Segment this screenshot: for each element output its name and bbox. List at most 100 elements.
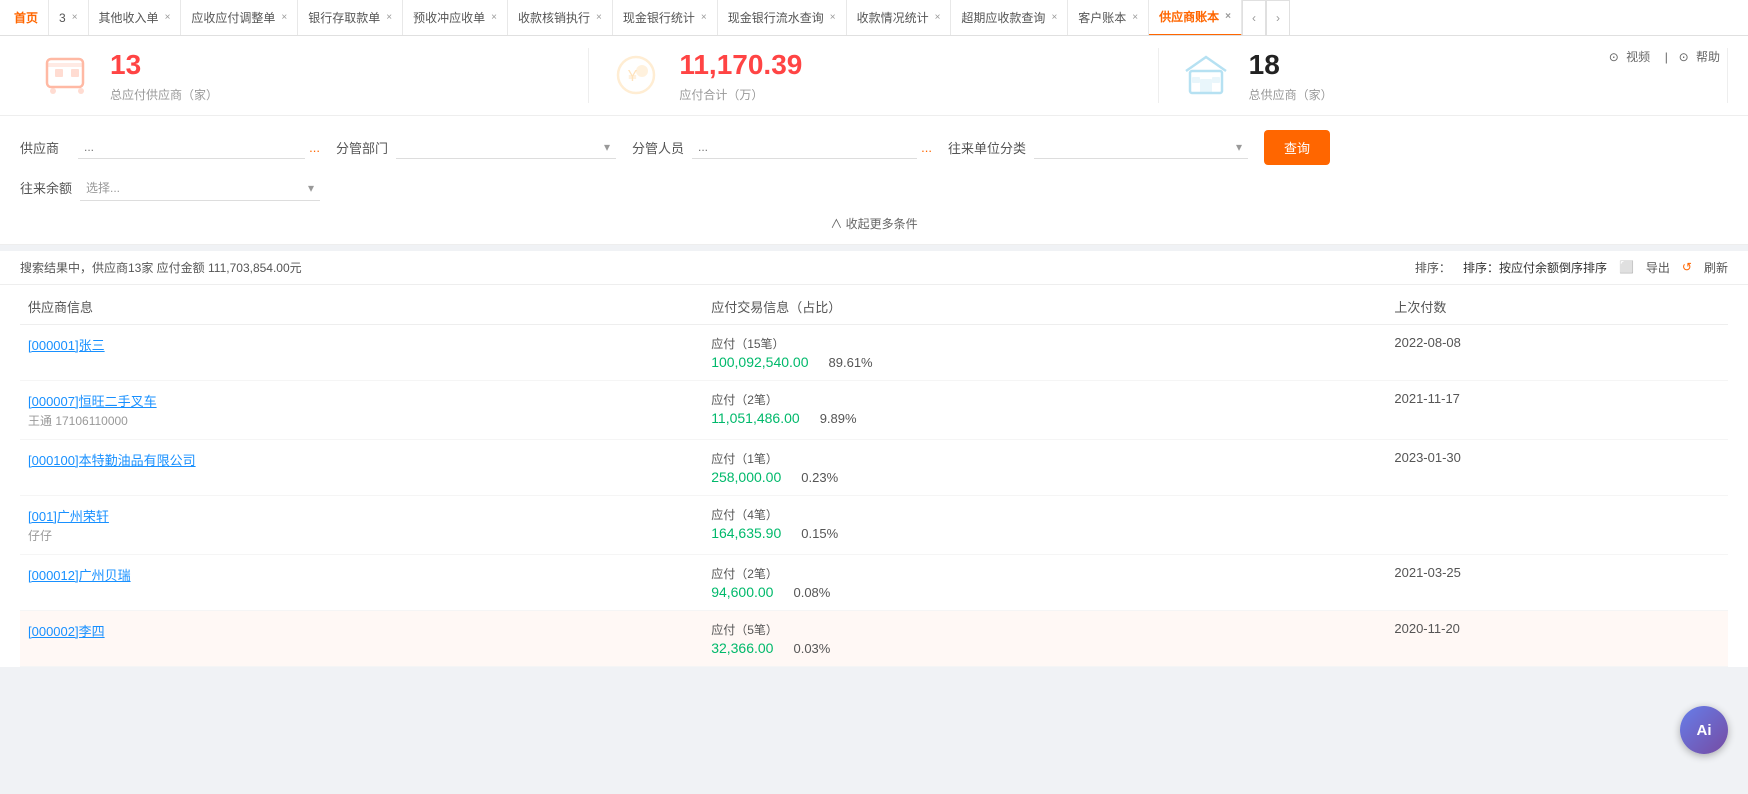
close-tab-adjust[interactable]: ×	[281, 12, 287, 23]
close-tab-other-income[interactable]: ×	[165, 12, 171, 23]
transaction-info-cell: 应付（2笔）11,051,486.009.89%	[703, 380, 1386, 439]
supplier-link[interactable]: [000100]本特勤油品有限公司	[28, 453, 196, 468]
payable-suppliers-label: 总应付供应商（家）	[110, 86, 218, 103]
filter-category: 往来单位分类	[948, 135, 1248, 159]
tab-cash-stat-label: 现金银行统计	[623, 9, 695, 26]
balance-filter-label: 往来余额	[20, 178, 72, 197]
total-suppliers-num: 18	[1249, 48, 1333, 82]
sort-link[interactable]: 排序：按应付余额倒序排序	[1463, 259, 1607, 276]
nav-tab-receipt-stat[interactable]: 收款情况统计 ×	[847, 0, 952, 36]
nav-tab-customer-ledger[interactable]: 客户账本 ×	[1068, 0, 1149, 36]
last-pay-date: 2023-01-30	[1394, 450, 1461, 465]
last-pay-cell	[1386, 495, 1728, 554]
close-tab-receipt-stat[interactable]: ×	[935, 12, 941, 23]
payable-suppliers-num: 13	[110, 48, 218, 82]
supplier-ellipsis[interactable]: ...	[309, 140, 320, 155]
tx-percent: 89.61%	[829, 355, 873, 370]
payable-amount-label: 应付合计（万）	[679, 86, 802, 103]
store-icon	[1179, 48, 1233, 102]
table-row: [000002]李四应付（5笔）32,366.000.03%2020-11-20	[20, 610, 1728, 666]
close-tab-cash-flow[interactable]: ×	[830, 12, 836, 23]
balance-select[interactable]: 选择...	[80, 175, 320, 201]
tx-amount[interactable]: 32,366.00	[711, 640, 773, 656]
close-tab-overdue[interactable]: ×	[1051, 12, 1057, 23]
close-tab-bank[interactable]: ×	[386, 12, 392, 23]
ai-badge[interactable]: Ai	[1680, 706, 1728, 754]
summary-info-suppliers: 13 总应付供应商（家）	[110, 48, 218, 103]
tx-amount[interactable]: 258,000.00	[711, 469, 781, 485]
nav-tab-overdue[interactable]: 超期应收款查询 ×	[951, 0, 1068, 36]
tab-bank-label: 银行存取款单	[308, 9, 380, 26]
payable-amount-num: 11,170.39	[679, 48, 802, 82]
last-pay-cell: 2021-03-25	[1386, 554, 1728, 610]
nav-tab-adjust[interactable]: 应收应付调整单 ×	[181, 0, 298, 36]
nav-tab-prepay[interactable]: 预收冲应收单 ×	[403, 0, 508, 36]
supplier-link[interactable]: [000007]恒旺二手叉车	[28, 394, 157, 409]
close-tab-cash-stat[interactable]: ×	[701, 12, 707, 23]
supplier-sub-info: 王通 17106110000	[28, 412, 695, 429]
close-tab-prepay[interactable]: ×	[491, 12, 497, 23]
nav-tab-home[interactable]: 首页	[4, 0, 49, 36]
last-pay-date: 2021-03-25	[1394, 565, 1461, 580]
supplier-sub-info: 仔仔	[28, 527, 695, 544]
close-tab-customer-ledger[interactable]: ×	[1132, 12, 1138, 23]
result-actions: 排序： 排序：按应付余额倒序排序 ⬜ 导出 ↺ 刷新	[1415, 259, 1728, 276]
transaction-info-cell: 应付（4笔）164,635.900.15%	[703, 495, 1386, 554]
summary-card-payable-amount: ¥ 11,170.39 应付合计（万）	[589, 48, 1158, 103]
last-pay-cell: 2022-08-08	[1386, 324, 1728, 380]
nav-tab-other-income[interactable]: 其他收入单 ×	[89, 0, 182, 36]
category-filter-label: 往来单位分类	[948, 138, 1026, 157]
supplier-input[interactable]	[78, 136, 305, 159]
nav-tab-collection[interactable]: 收款核销执行 ×	[508, 0, 613, 36]
filter-area: 供应商 ... 分管部门 分管人员 ... 往来单位分类 查询	[0, 116, 1748, 245]
table-row: [000007]恒旺二手叉车王通 17106110000 应付（2笔）11,051…	[20, 380, 1728, 439]
video-link[interactable]: ⊙ 视频	[1609, 50, 1658, 64]
supplier-link[interactable]: [000012]广州贝瑞	[28, 568, 131, 583]
filter-person: 分管人员 ...	[632, 136, 932, 159]
supplier-link[interactable]: [001]广州荣轩	[28, 509, 109, 524]
query-button[interactable]: 查询	[1264, 130, 1330, 165]
person-filter-label: 分管人员	[632, 138, 684, 157]
tab-receipt-stat-label: 收款情况统计	[857, 9, 929, 26]
collapse-button[interactable]: ∧ 收起更多条件	[20, 211, 1728, 236]
nav-prev-arrow[interactable]: ‹	[1242, 0, 1266, 36]
supplier-info-cell: [000001]张三	[20, 324, 703, 380]
category-select[interactable]	[1034, 135, 1248, 159]
nav-tab-bank[interactable]: 银行存取款单 ×	[298, 0, 403, 36]
tab-other-income-label: 其他收入单	[99, 9, 159, 26]
refresh-button[interactable]: 刷新	[1704, 259, 1728, 276]
close-tab-supplier-ledger[interactable]: ×	[1225, 11, 1231, 22]
dept-chevron-icon	[600, 139, 610, 154]
supplier-link[interactable]: [000002]李四	[28, 624, 105, 639]
tx-amount[interactable]: 100,092,540.00	[711, 354, 808, 370]
filter-row-1: 供应商 ... 分管部门 分管人员 ... 往来单位分类 查询	[20, 130, 1728, 165]
nav-tab-supplier-ledger[interactable]: 供应商账本 ×	[1149, 0, 1242, 36]
balance-chevron-icon	[304, 180, 314, 195]
tx-amount[interactable]: 164,635.90	[711, 525, 781, 541]
export-button[interactable]: 导出	[1646, 259, 1670, 276]
tx-amount[interactable]: 94,600.00	[711, 584, 773, 600]
dept-select[interactable]	[396, 135, 616, 159]
table-row: [000100]本特勤油品有限公司应付（1笔）258,000.000.23%20…	[20, 439, 1728, 495]
person-input[interactable]	[692, 136, 917, 159]
tx-label: 应付（4笔）	[711, 506, 1378, 523]
filter-balance: 往来余额 选择...	[20, 175, 320, 201]
supplier-info-cell: [001]广州荣轩仔仔	[20, 495, 703, 554]
nav-tab-3[interactable]: 3 ×	[49, 0, 89, 36]
summary-bar: 13 总应付供应商（家） ¥ 11,170.39 应付合计（万）	[0, 36, 1748, 116]
supplier-info-cell: [000002]李四	[20, 610, 703, 666]
nav-next-arrow[interactable]: ›	[1266, 0, 1290, 36]
tx-label: 应付（2笔）	[711, 565, 1378, 582]
tab-collection-label: 收款核销执行	[518, 9, 590, 26]
help-link[interactable]: ⊙ 帮助	[1679, 50, 1724, 64]
nav-tab-cash-stat[interactable]: 现金银行统计 ×	[613, 0, 718, 36]
close-tab-collection[interactable]: ×	[596, 12, 602, 23]
nav-tab-cash-flow[interactable]: 现金银行流水查询 ×	[718, 0, 847, 36]
supplier-icon	[40, 48, 94, 102]
supplier-link[interactable]: [000001]张三	[28, 338, 105, 353]
person-ellipsis[interactable]: ...	[921, 140, 932, 155]
filter-row-2: 往来余额 选择...	[20, 175, 320, 201]
tx-amount[interactable]: 11,051,486.00	[711, 410, 800, 426]
close-tab-3[interactable]: ×	[72, 12, 78, 23]
tx-percent: 0.03%	[793, 641, 830, 656]
